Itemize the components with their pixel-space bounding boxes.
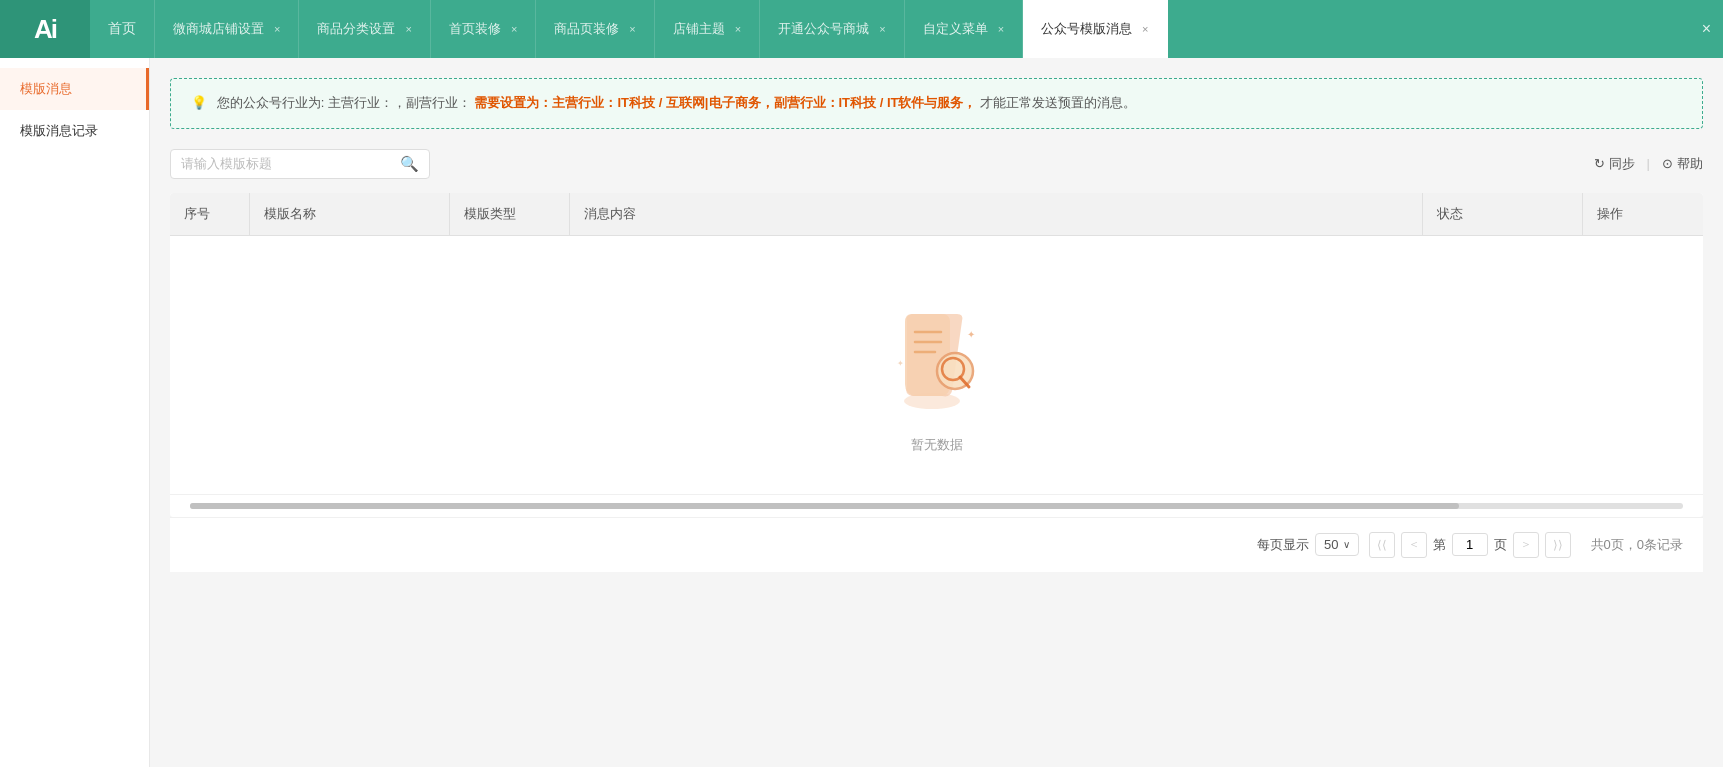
close-tab-icon[interactable]: × — [998, 23, 1004, 35]
close-tab-icon[interactable]: × — [274, 23, 280, 35]
nav-tab-home-decor[interactable]: 首页装修 × — [431, 0, 536, 58]
fake-scrollbar[interactable] — [190, 503, 1683, 509]
total-info: 共0页，0条记录 — [1591, 536, 1683, 554]
close-tab-icon[interactable]: × — [735, 23, 741, 35]
content-area: 💡 您的公众号行业为: 主营行业：，副营行业： 需要设置为：主营行业：IT科技 … — [150, 58, 1723, 767]
scrollbar-area — [170, 494, 1703, 517]
table-header: 序号模版名称模版类型消息内容状态操作 — [170, 193, 1703, 236]
sync-icon: ↻ — [1594, 156, 1605, 171]
notice-suffix: 才能正常发送预置的消息。 — [980, 95, 1136, 110]
page-size-value: 50 — [1324, 537, 1338, 552]
next-page-button[interactable]: ＞ — [1513, 532, 1539, 558]
notice-box: 💡 您的公众号行业为: 主营行业：，副营行业： 需要设置为：主营行业：IT科技 … — [170, 78, 1703, 129]
last-page-button[interactable]: ⟩⟩ — [1545, 532, 1571, 558]
page-number-input[interactable] — [1452, 533, 1488, 556]
search-input-wrap[interactable]: 🔍 — [170, 149, 430, 179]
nav-tab-template-msg[interactable]: 公众号模版消息 × — [1023, 0, 1167, 58]
nav-tab-label: 商品分类设置 — [317, 20, 395, 38]
nav-tab-label: 商品页装修 — [554, 20, 619, 38]
nav-tab-custom-menu[interactable]: 自定义菜单 × — [905, 0, 1023, 58]
sidebar: 模版消息模版消息记录 — [0, 58, 150, 767]
nav-tab-open-mall[interactable]: 开通公众号商城 × — [760, 0, 904, 58]
search-bar: 🔍 ↻ 同步 | ⊙ 帮助 — [170, 149, 1703, 179]
table-header-template-type: 模版类型 — [450, 193, 570, 235]
prev-page-button[interactable]: ＜ — [1401, 532, 1427, 558]
sidebar-item-template-message[interactable]: 模版消息 — [0, 68, 149, 110]
page-nav: ⟨⟨ ＜ 第 页 ＞ ⟩⟩ — [1369, 532, 1571, 558]
close-tab-icon[interactable]: × — [405, 23, 411, 35]
close-all-button[interactable]: × — [1702, 20, 1711, 38]
help-button[interactable]: ⊙ 帮助 — [1662, 155, 1703, 173]
nav-tab-home[interactable]: 首页 — [90, 0, 155, 58]
table-header-index: 序号 — [170, 193, 250, 235]
search-icon[interactable]: 🔍 — [400, 155, 419, 173]
nav-tab-label: 首页 — [108, 20, 136, 38]
pagination: 每页显示 50 ∨ ⟨⟨ ＜ 第 页 ＞ ⟩⟩ 共0页，0条记录 — [170, 517, 1703, 572]
help-icon: ⊙ — [1662, 156, 1673, 171]
notice-icon: 💡 — [191, 95, 207, 110]
divider: | — [1647, 156, 1650, 171]
page-di-label: 第 — [1433, 536, 1446, 554]
nav-tab-product-decor[interactable]: 商品页装修 × — [536, 0, 654, 58]
nav-tab-label: 自定义菜单 — [923, 20, 988, 38]
empty-illustration: ✦ ✦ — [877, 296, 997, 416]
table-header-message-content: 消息内容 — [570, 193, 1423, 235]
notice-highlight: 需要设置为：主营行业：IT科技 / 互联网|电子商务，副营行业：IT科技 / I… — [474, 95, 976, 110]
nav-tab-micro-store[interactable]: 微商城店铺设置 × — [155, 0, 299, 58]
main-layout: 模版消息模版消息记录 💡 您的公众号行业为: 主营行业：，副营行业： 需要设置为… — [0, 58, 1723, 767]
toolbar-right: ↻ 同步 | ⊙ 帮助 — [1594, 155, 1703, 173]
chevron-down-icon: ∨ — [1343, 539, 1350, 550]
nav-tab-store-theme[interactable]: 店铺主题 × — [655, 0, 760, 58]
page-size-dropdown[interactable]: 50 ∨ — [1315, 533, 1358, 556]
svg-text:✦: ✦ — [897, 359, 904, 368]
close-tab-icon[interactable]: × — [511, 23, 517, 35]
page-size-select: 每页显示 50 ∨ — [1257, 533, 1358, 556]
scrollbar-thumb — [190, 503, 1459, 509]
empty-text: 暂无数据 — [911, 436, 963, 454]
table-header-template-name: 模版名称 — [250, 193, 450, 235]
page-size-label: 每页显示 — [1257, 536, 1309, 554]
sidebar-item-template-message-record[interactable]: 模版消息记录 — [0, 110, 149, 152]
logo: Ai — [0, 0, 90, 58]
nav-tab-label: 开通公众号商城 — [778, 20, 869, 38]
nav-tab-label: 店铺主题 — [673, 20, 725, 38]
top-navigation: Ai 首页微商城店铺设置×商品分类设置×首页装修×商品页装修×店铺主题×开通公众… — [0, 0, 1723, 58]
notice-prefix: 您的公众号行业为: 主营行业：，副营行业： — [217, 95, 471, 110]
empty-state: ✦ ✦ 暂无数据 — [170, 236, 1703, 494]
nav-tab-label: 公众号模版消息 — [1041, 20, 1132, 38]
first-page-button[interactable]: ⟨⟨ — [1369, 532, 1395, 558]
close-tab-icon[interactable]: × — [879, 23, 885, 35]
nav-tab-product-category[interactable]: 商品分类设置 × — [299, 0, 430, 58]
data-table: 序号模版名称模版类型消息内容状态操作 — [170, 193, 1703, 517]
nav-tab-label: 微商城店铺设置 — [173, 20, 264, 38]
svg-text:✦: ✦ — [967, 329, 975, 340]
page-label: 页 — [1494, 536, 1507, 554]
table-header-operation: 操作 — [1583, 193, 1703, 235]
nav-tab-label: 首页装修 — [449, 20, 501, 38]
close-tab-icon[interactable]: × — [1142, 23, 1148, 35]
close-tab-icon[interactable]: × — [629, 23, 635, 35]
sync-button[interactable]: ↻ 同步 — [1594, 155, 1635, 173]
table-header-status: 状态 — [1423, 193, 1583, 235]
search-input[interactable] — [181, 156, 400, 171]
